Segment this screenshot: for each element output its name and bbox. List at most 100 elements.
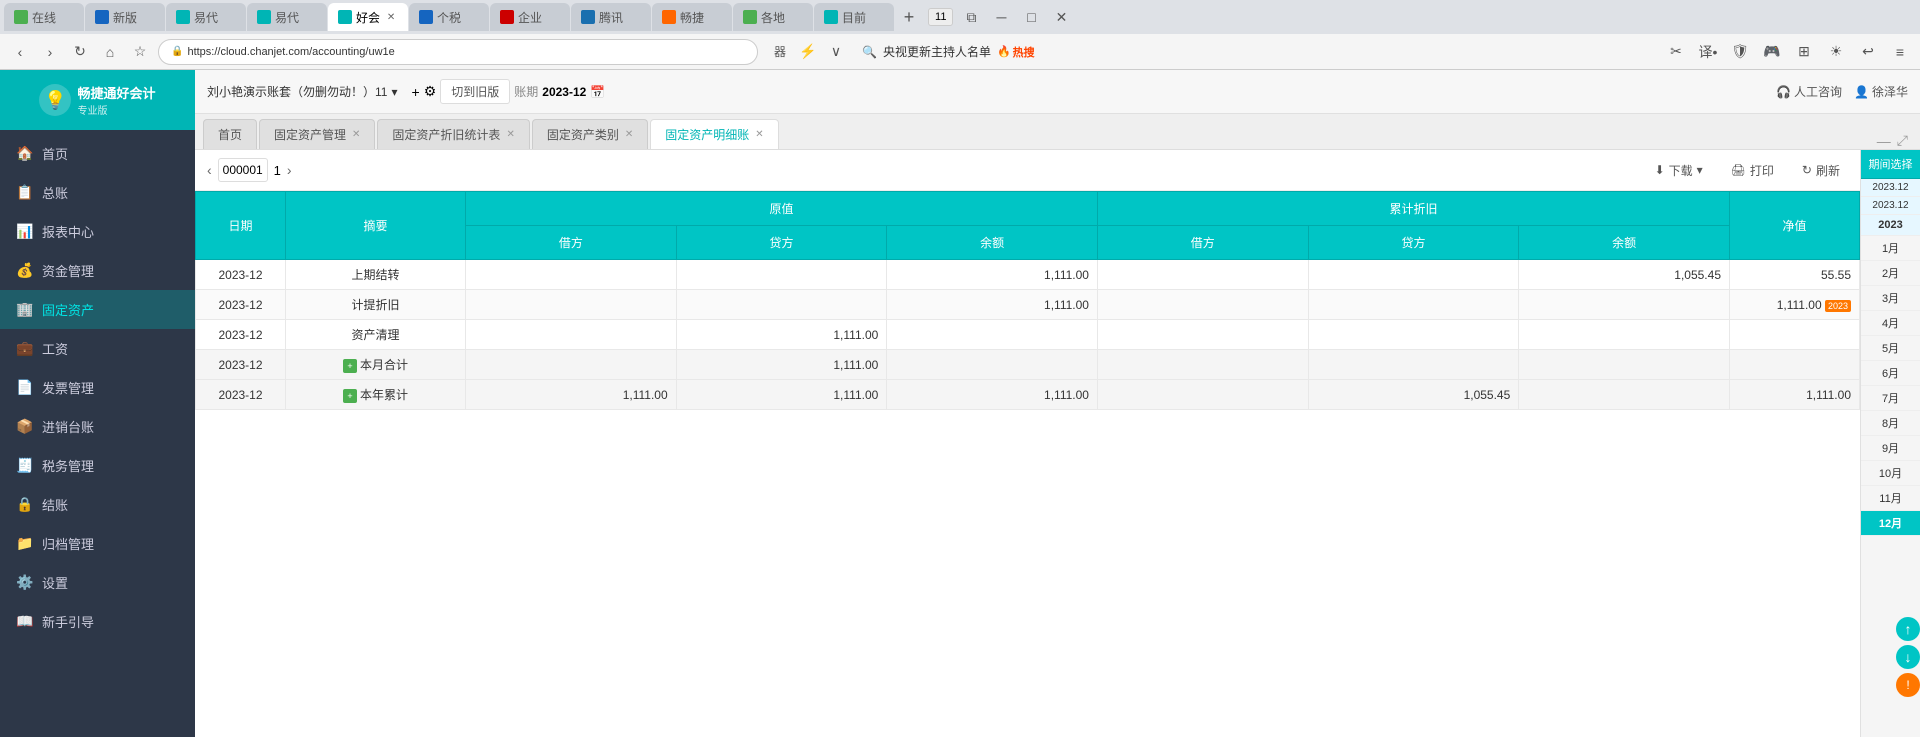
period-month-2[interactable]: 2月: [1861, 261, 1920, 286]
row-accum-credit: [1308, 260, 1519, 290]
calendar-icon[interactable]: 📅: [590, 85, 605, 99]
cut-icon[interactable]: ✂: [1664, 40, 1688, 64]
translate-icon[interactable]: 译•: [1696, 40, 1720, 64]
sidebar-item-settings[interactable]: ⚙️ 设置: [0, 563, 195, 602]
tab-close-icon[interactable]: ✕: [384, 10, 398, 24]
browser-tab-yidai1[interactable]: 易代: [166, 3, 246, 31]
browser-tab-muqian[interactable]: 目前: [814, 3, 894, 31]
period-month-9[interactable]: 9月: [1861, 436, 1920, 461]
browser-tab-qiye[interactable]: 企业: [490, 3, 570, 31]
back-button[interactable]: ‹: [8, 40, 32, 64]
row-accum-debit: [1097, 380, 1308, 410]
row-accum-balance: 1,055.45: [1519, 260, 1730, 290]
page-tab-asset-detail-close[interactable]: ✕: [755, 129, 763, 140]
period-month-12[interactable]: 12月: [1861, 511, 1920, 536]
period-year-2023[interactable]: 2023: [1861, 215, 1920, 236]
scroll-down-button[interactable]: ↓: [1896, 645, 1920, 669]
sidebar-item-payroll[interactable]: 💼 工资: [0, 329, 195, 368]
browser-tab-new[interactable]: 新版: [85, 3, 165, 31]
sidebar-item-guide[interactable]: 📖 新手引导: [0, 602, 195, 641]
expand-tab-icon[interactable]: ⤢: [1897, 132, 1908, 149]
sidebar-item-home[interactable]: 🏠 首页: [0, 134, 195, 173]
table-row-yearly-total: 2023-12 +本年累计 1,111.00 1,111.00 1,111.00…: [196, 380, 1860, 410]
sidebar-item-archive[interactable]: 📁 归档管理: [0, 524, 195, 563]
sidebar-label-fixed-assets: 固定资产: [42, 300, 94, 319]
minimize-icon[interactable]: ─: [989, 5, 1013, 29]
grid-icon[interactable]: ⊞: [1792, 40, 1816, 64]
sidebar-item-reports[interactable]: 📊 报表中心: [0, 212, 195, 251]
page-tab-asset-management[interactable]: 固定资产管理 ✕: [259, 119, 375, 149]
browser-tab-tencent[interactable]: 腾讯: [571, 3, 651, 31]
collapse-tab-icon[interactable]: —: [1877, 133, 1891, 149]
browser-tab-haohui[interactable]: 好会 ✕: [328, 3, 408, 31]
th-orig-balance: 余额: [887, 226, 1098, 260]
period-month-11[interactable]: 11月: [1861, 486, 1920, 511]
address-input[interactable]: 🔒 https://cloud.chanjet.com/accounting/u…: [158, 39, 758, 65]
print-button[interactable]: 🖨 打印: [1723, 159, 1782, 182]
sidebar-item-closing[interactable]: 🔒 结账: [0, 485, 195, 524]
browser-tab-changjie[interactable]: 畅捷: [652, 3, 732, 31]
payroll-icon: 💼: [16, 340, 34, 358]
notification-button[interactable]: !: [1896, 673, 1920, 697]
close-window-icon[interactable]: ✕: [1049, 5, 1073, 29]
browser-tab-yidai2[interactable]: 易代: [247, 3, 327, 31]
tab-label: 新版: [113, 9, 137, 26]
browser-tab-gedi[interactable]: 各地: [733, 3, 813, 31]
game-icon[interactable]: 🎮: [1760, 40, 1784, 64]
brightness-icon[interactable]: ☀: [1824, 40, 1848, 64]
download-button[interactable]: ⬇ 下载 ▾: [1647, 159, 1711, 182]
home-button[interactable]: ⌂: [98, 40, 122, 64]
maximize-icon[interactable]: □: [1019, 5, 1043, 29]
sidebar-item-tax[interactable]: 🧾 税务管理: [0, 446, 195, 485]
th-original-value: 原值: [466, 192, 1098, 226]
switch-version-button[interactable]: 切到旧版: [440, 79, 510, 104]
period-month-3[interactable]: 3月: [1861, 286, 1920, 311]
period-month-4[interactable]: 4月: [1861, 311, 1920, 336]
page-total: 1: [274, 163, 281, 178]
page-tab-home[interactable]: 首页: [203, 119, 257, 149]
page-tab-asset-detail[interactable]: 固定资产明细账 ✕: [650, 119, 778, 149]
support-button[interactable]: 🎧 人工咨询: [1776, 83, 1842, 100]
page-tab-asset-management-close[interactable]: ✕: [352, 129, 360, 140]
reload-button[interactable]: ↻: [68, 40, 92, 64]
page-tab-asset-category-close[interactable]: ✕: [625, 129, 633, 140]
add-account-icon[interactable]: +: [412, 84, 420, 100]
period-month-10[interactable]: 10月: [1861, 461, 1920, 486]
sidebar-item-funds[interactable]: 💰 资金管理: [0, 251, 195, 290]
browser-tab-geshui[interactable]: 个税: [409, 3, 489, 31]
settings-gear-icon[interactable]: ⚙: [424, 83, 437, 100]
period-month-5[interactable]: 5月: [1861, 336, 1920, 361]
page-tab-depreciation-stats-close[interactable]: ✕: [506, 129, 514, 140]
extension-icon-2[interactable]: ⚡: [796, 40, 820, 64]
scroll-up-button[interactable]: ↑: [1896, 617, 1920, 641]
period-month-8[interactable]: 8月: [1861, 411, 1920, 436]
sidebar-item-ledger[interactable]: 📋 总账: [0, 173, 195, 212]
forward-button[interactable]: ›: [38, 40, 62, 64]
shield-icon[interactable]: 🛡: [1728, 40, 1752, 64]
funds-icon: 💰: [16, 262, 34, 280]
tab-count-badge[interactable]: 11: [928, 8, 953, 26]
refresh-button[interactable]: ↻ 刷新: [1794, 159, 1848, 182]
table-row-monthly-total: 2023-12 +本月合计 1,111.00: [196, 350, 1860, 380]
expand-address-icon[interactable]: ∨: [824, 40, 848, 64]
period-month-1[interactable]: 1月: [1861, 236, 1920, 261]
browser-tab-online[interactable]: 在线: [4, 3, 84, 31]
page-number-input[interactable]: [218, 158, 268, 182]
undo-icon[interactable]: ↩: [1856, 40, 1880, 64]
sidebar-item-stock[interactable]: 📦 进销台账: [0, 407, 195, 446]
prev-page-button[interactable]: ‹: [207, 162, 212, 178]
user-profile-button[interactable]: 👤 徐泽华: [1854, 83, 1908, 100]
next-page-button[interactable]: ›: [287, 162, 292, 178]
period-month-6[interactable]: 6月: [1861, 361, 1920, 386]
period-month-7[interactable]: 7月: [1861, 386, 1920, 411]
menu-icon[interactable]: ≡: [1888, 40, 1912, 64]
bookmark-button[interactable]: ☆: [128, 40, 152, 64]
page-tab-depreciation-stats[interactable]: 固定资产折旧统计表 ✕: [377, 119, 529, 149]
sidebar-item-fixed-assets[interactable]: 🏢 固定资产: [0, 290, 195, 329]
page-tab-asset-category[interactable]: 固定资产类别 ✕: [532, 119, 648, 149]
sidebar-logo: 💡 畅捷通好会计 专业版: [0, 70, 195, 130]
sidebar-item-invoice[interactable]: 📄 发票管理: [0, 368, 195, 407]
new-tab-button[interactable]: +: [895, 3, 923, 31]
extension-icon-1[interactable]: 器: [768, 40, 792, 64]
restore-window-icon[interactable]: ⧉: [959, 5, 983, 29]
